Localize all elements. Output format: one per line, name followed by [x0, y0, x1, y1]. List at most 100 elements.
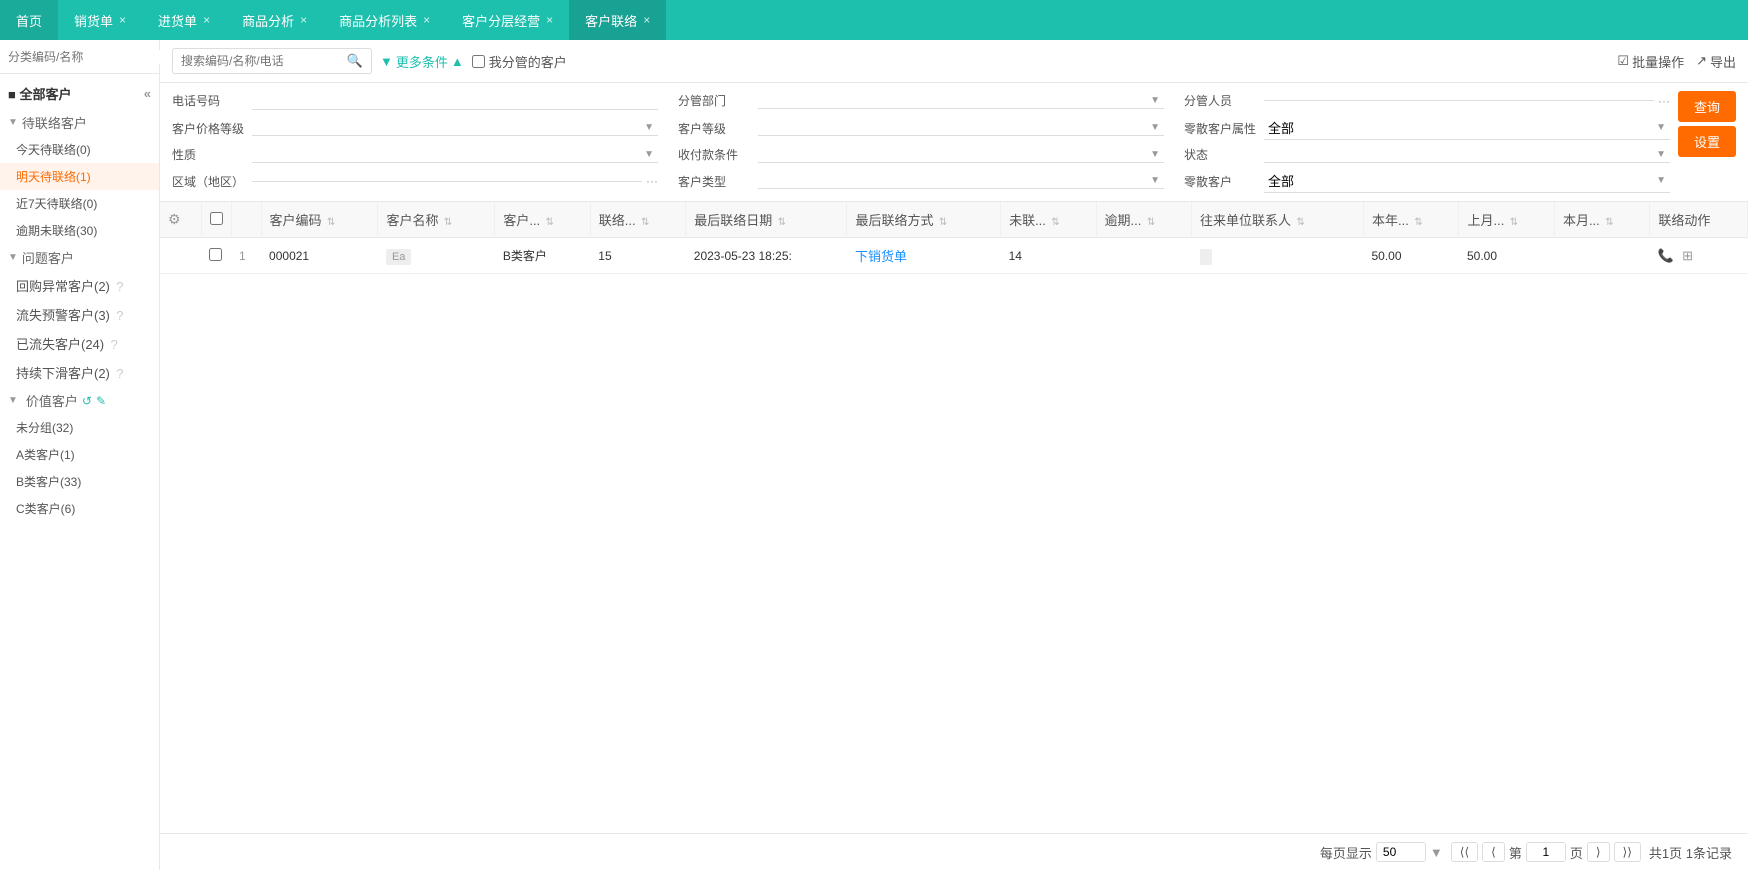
col-checkbox: [201, 202, 231, 238]
filter-dept-select[interactable]: ▼: [758, 93, 1164, 109]
payment-arrow-icon: ▼: [1150, 149, 1160, 160]
sidebar-item-repurchase[interactable]: 回购异常客户(2) ?: [0, 271, 159, 300]
help-icon-churn[interactable]: ?: [116, 308, 123, 323]
row-unlinked: 14: [1001, 238, 1096, 274]
row-checkbox[interactable]: [209, 248, 222, 261]
filter-price-select[interactable]: ▼: [252, 120, 658, 136]
col-overdue[interactable]: 逾期... ⇅: [1096, 202, 1191, 238]
sidebar-item-ungroup[interactable]: 未分组(32): [0, 414, 159, 441]
sidebar-search-input[interactable]: [8, 50, 163, 64]
sidebar-item-7days[interactable]: 近7天待联络(0): [0, 190, 159, 217]
settings-btn[interactable]: 设置: [1678, 126, 1736, 157]
export-btn[interactable]: ↗ 导出: [1696, 52, 1736, 71]
collapse-icon[interactable]: «: [144, 86, 151, 101]
filter-icon: ▼: [380, 54, 393, 69]
nav-purchaseorder[interactable]: 进货单 ×: [142, 0, 226, 40]
sidebar-group-pending[interactable]: 待联络客户: [0, 109, 159, 136]
col-last-date[interactable]: 最后联络日期 ⇅: [686, 202, 847, 238]
col-code[interactable]: 客户编码 ⇅: [261, 202, 378, 238]
sidebar-item-churn-warning[interactable]: 流失预警客户(3) ?: [0, 300, 159, 329]
type-arrow-icon: ▼: [1150, 175, 1160, 186]
filter-nature: 性质 ▼: [172, 146, 658, 163]
sidebar-item-classC[interactable]: C类客户(6): [0, 495, 159, 522]
refresh-icon[interactable]: ↺: [82, 394, 92, 408]
help-icon-repurchase[interactable]: ?: [116, 279, 123, 294]
col-last-method[interactable]: 最后联络方式 ⇅: [847, 202, 1001, 238]
page-size-arrow[interactable]: ▼: [1430, 845, 1443, 860]
col-this-month[interactable]: 本月... ⇅: [1554, 202, 1649, 238]
nav-customer-tier[interactable]: 客户分层经营 ×: [446, 0, 569, 40]
col-unlinked[interactable]: 未联... ⇅: [1001, 202, 1096, 238]
page-next-btn[interactable]: ⟩: [1587, 842, 1610, 862]
filter-nature-select[interactable]: ▼: [252, 147, 658, 163]
table-area: ⚙ 客户编码 ⇅ 客户名称 ⇅ 客户... ⇅: [160, 202, 1748, 833]
filter-level-select[interactable]: ▼: [758, 120, 1164, 136]
main-search-box: 🔍: [172, 48, 372, 74]
nav-product-list[interactable]: 商品分析列表 ×: [323, 0, 446, 40]
main-search-icon[interactable]: 🔍: [347, 53, 363, 69]
filter-type-select[interactable]: ▼: [758, 173, 1164, 189]
edit-icon[interactable]: ✎: [96, 394, 106, 408]
sidebar-item-classB[interactable]: B类客户(33): [0, 468, 159, 495]
page-size-input[interactable]: [1376, 842, 1426, 862]
help-icon-declining[interactable]: ?: [116, 366, 123, 381]
phone-icon[interactable]: 📞: [1658, 248, 1674, 264]
page-num-input[interactable]: [1526, 842, 1566, 862]
select-all-checkbox[interactable]: [210, 212, 223, 225]
filter-person-dots[interactable]: ···: [1658, 94, 1670, 108]
col-gear[interactable]: ⚙: [160, 202, 201, 238]
batch-ops-btn[interactable]: ☑ 批量操作: [1617, 52, 1684, 71]
query-btn[interactable]: 查询: [1678, 91, 1736, 122]
sort-lastmonth-icon: ⇅: [1510, 217, 1518, 228]
filter-payment-select[interactable]: ▼: [758, 147, 1164, 163]
sort-thismonth-icon: ⇅: [1605, 217, 1613, 228]
sidebar-all-customers[interactable]: ■ 全部客户 «: [0, 78, 159, 109]
close-customer-tier-icon[interactable]: ×: [546, 13, 553, 27]
col-last-month[interactable]: 上月... ⇅: [1459, 202, 1554, 238]
sidebar-item-classA[interactable]: A类客户(1): [0, 441, 159, 468]
filter-status-select[interactable]: ▼: [1264, 147, 1670, 163]
col-this-year[interactable]: 本年... ⇅: [1364, 202, 1459, 238]
page-first-btn[interactable]: ⟨⟨: [1451, 842, 1478, 862]
sidebar-item-today[interactable]: 今天待联络(0): [0, 136, 159, 163]
nav-customer-contact[interactable]: 客户联络 ×: [569, 0, 666, 40]
row-type: B类客户: [495, 238, 590, 274]
help-icon-lost[interactable]: ?: [110, 337, 117, 352]
close-salesorder-icon[interactable]: ×: [119, 13, 126, 27]
page-last-btn[interactable]: ⟩⟩: [1614, 842, 1641, 862]
row-code: 000021: [261, 238, 378, 274]
filter-phone-input[interactable]: [252, 91, 658, 110]
sidebar-content: ■ 全部客户 « 待联络客户 今天待联络(0) 明天待联络(1) 近7天待联络(…: [0, 74, 159, 870]
col-contact[interactable]: 联络... ⇅: [590, 202, 685, 238]
col-company-contact[interactable]: 往来单位联系人 ⇅: [1192, 202, 1364, 238]
nav-home[interactable]: 首页: [0, 0, 58, 40]
filter-phone: 电话号码: [172, 91, 658, 110]
main-layout: 🔍 ■ 全部客户 « 待联络客户 今天待联络(0) 明天待联络(1) 近7天待联…: [0, 40, 1748, 870]
nav-product-analysis[interactable]: 商品分析 ×: [226, 0, 323, 40]
row-last-method-link[interactable]: 下销货单: [855, 249, 907, 264]
filter-person-input[interactable]: [1264, 100, 1654, 101]
close-product-analysis-icon[interactable]: ×: [300, 13, 307, 27]
close-customer-contact-icon[interactable]: ×: [643, 13, 650, 27]
sidebar-group-problem[interactable]: 问题客户: [0, 244, 159, 271]
my-customers-checkbox[interactable]: [472, 55, 485, 68]
sidebar-item-declining[interactable]: 持续下滑客户(2) ?: [0, 358, 159, 387]
grid-icon[interactable]: ⊞: [1682, 248, 1693, 264]
page-prev-btn[interactable]: ⟨: [1482, 842, 1505, 862]
col-name[interactable]: 客户名称 ⇅: [378, 202, 495, 238]
batch-checkbox-icon: ☑: [1617, 53, 1629, 69]
nav-salesorder[interactable]: 销货单 ×: [58, 0, 142, 40]
sidebar-item-tomorrow[interactable]: 明天待联络(1): [0, 163, 159, 190]
filter-retail-select[interactable]: 全部 ▼: [1264, 116, 1670, 140]
close-purchaseorder-icon[interactable]: ×: [203, 13, 210, 27]
close-product-list-icon[interactable]: ×: [423, 13, 430, 27]
filter-region-dots[interactable]: ···: [646, 174, 658, 188]
sidebar-item-lost[interactable]: 已流失客户(24) ?: [0, 329, 159, 358]
sidebar-group-value[interactable]: 价值客户 ↺ ✎: [0, 387, 159, 414]
more-filter-btn[interactable]: ▼ 更多条件 ▲: [380, 52, 464, 71]
main-search-input[interactable]: [181, 54, 347, 68]
sidebar-item-overdue[interactable]: 逾期未联络(30): [0, 217, 159, 244]
filter-region-input[interactable]: [252, 181, 642, 182]
col-type[interactable]: 客户... ⇅: [495, 202, 590, 238]
filter-retail-customer-select[interactable]: 全部 ▼: [1264, 169, 1670, 193]
